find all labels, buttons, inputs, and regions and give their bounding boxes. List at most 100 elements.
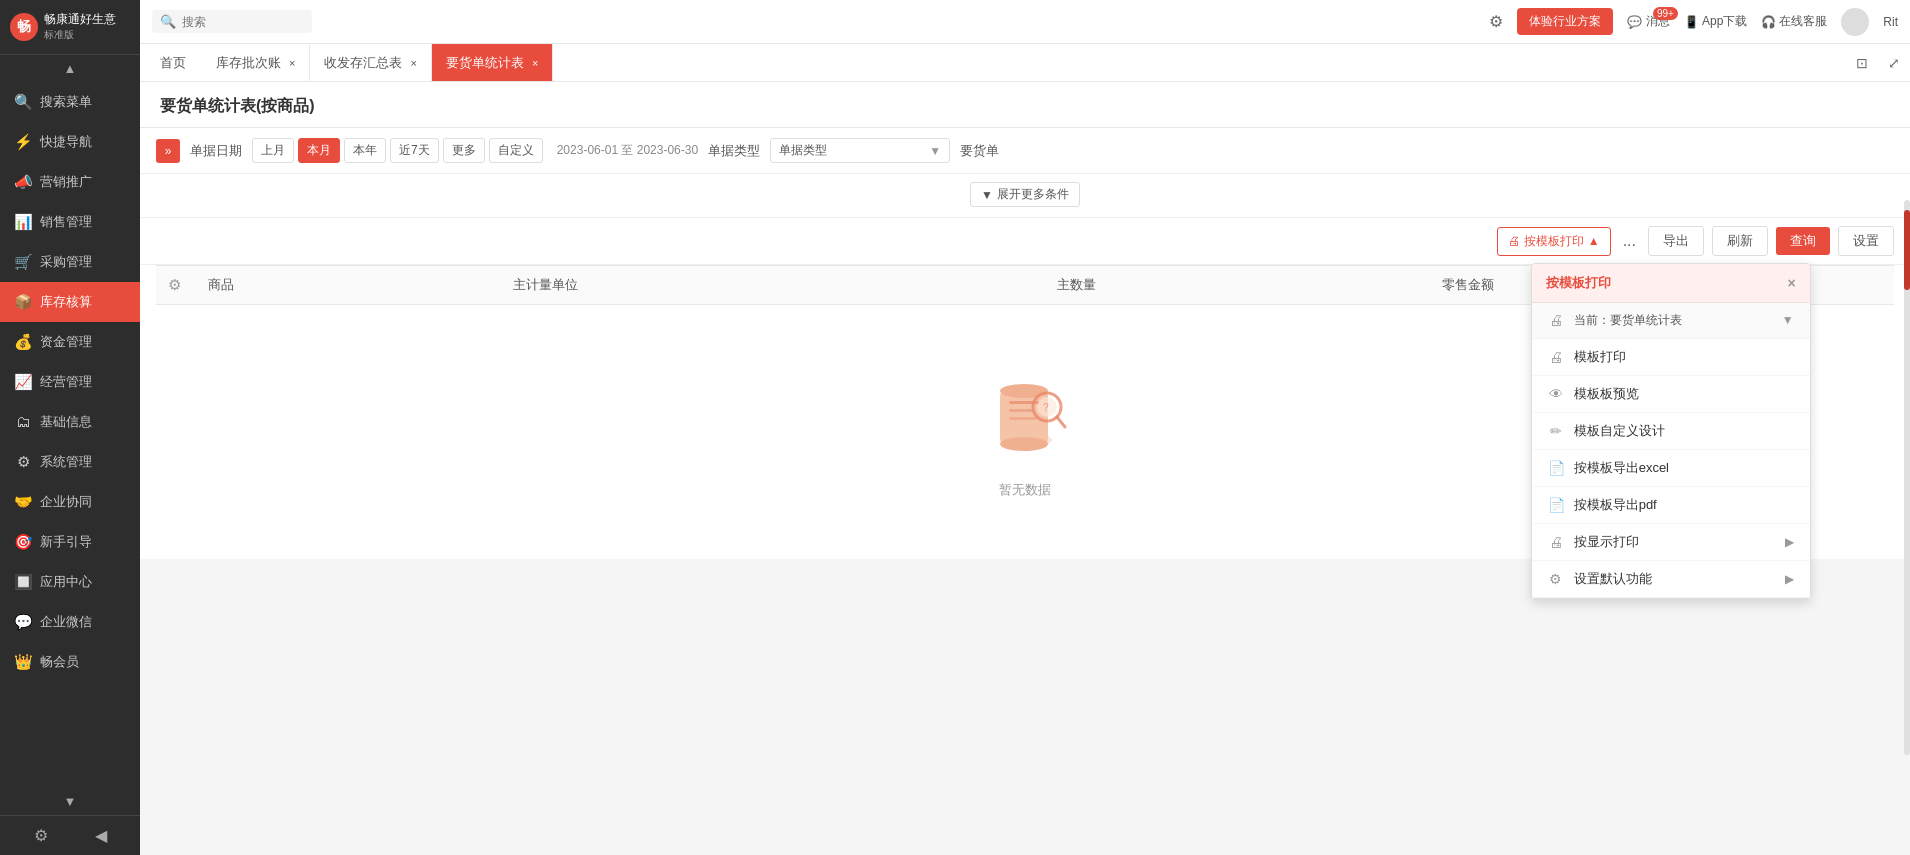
filter-expand-icon: » <box>165 144 172 158</box>
sidebar-item-wecom[interactable]: 💬 企业微信 <box>0 602 140 642</box>
filter-expand-more-btn[interactable]: ▼ 展开更多条件 <box>970 182 1080 207</box>
sidebar-item-purchase[interactable]: 🛒 采购管理 <box>0 242 140 282</box>
tabbar-right: ⊡ ⤢ <box>1846 55 1910 71</box>
print-dropdown-item-export-excel[interactable]: 📄 按模板导出excel <box>1532 450 1810 487</box>
print-dropdown-item-template-preview[interactable]: 👁 模板板预览 <box>1532 376 1810 413</box>
table-col-settings[interactable]: ⚙ <box>156 266 196 305</box>
sidebar-scroll-down[interactable]: ▼ <box>0 788 140 815</box>
template-print-icon: 🖨 <box>1548 349 1564 365</box>
sidebar-item-operations[interactable]: 📈 经营管理 <box>0 362 140 402</box>
tab-close-inventory-batch[interactable]: × <box>289 57 295 69</box>
print-dropdown-current[interactable]: 🖨 当前：要货单统计表 ▼ <box>1532 303 1810 339</box>
topbar-msg-btn[interactable]: 💬 消息 99+ <box>1627 13 1670 30</box>
sidebar-item-basic[interactable]: 🗂 基础信息 <box>0 402 140 442</box>
print-dropdown-item-export-pdf[interactable]: 📄 按模板导出pdf <box>1532 487 1810 524</box>
finance-icon: 💰 <box>14 333 32 351</box>
template-print-label: 模板打印 <box>1574 348 1626 366</box>
sidebar-logo: 畅 畅康通好生意 标准版 <box>0 0 140 55</box>
sidebar-item-system[interactable]: ⚙ 系统管理 <box>0 442 140 482</box>
filter-date-more[interactable]: 更多 <box>443 138 485 163</box>
filter-expand-toggle[interactable]: » <box>156 139 180 163</box>
tab-inventory-batch[interactable]: 库存批次账 × <box>202 44 310 81</box>
purchase-icon: 🛒 <box>14 253 32 271</box>
filter-expand-down-icon: ▼ <box>981 188 993 202</box>
topbar-service-btn[interactable]: 🎧 在线客服 <box>1761 13 1827 30</box>
filter-date-prev-month[interactable]: 上月 <box>252 138 294 163</box>
current-template-icon: 🖨 <box>1548 312 1564 328</box>
sidebar-item-member[interactable]: 👑 畅会员 <box>0 642 140 682</box>
template-preview-label: 模板板预览 <box>1574 385 1639 403</box>
action-more-btn[interactable]: ... <box>1619 232 1640 250</box>
tab-expand-btn[interactable]: ⊡ <box>1846 55 1878 71</box>
tab-close-order-stats[interactable]: × <box>532 57 538 69</box>
set-default-arrow-icon: ▶ <box>1785 572 1794 586</box>
filter-date-custom[interactable]: 自定义 <box>489 138 543 163</box>
sidebar-item-inventory[interactable]: 📦 库存核算 <box>0 282 140 322</box>
topbar-service-label: 在线客服 <box>1779 13 1827 30</box>
print-dropdown-item-template-print[interactable]: 🖨 模板打印 <box>1532 339 1810 376</box>
filter-date-label: 单据日期 <box>190 142 242 160</box>
print-dropdown-item-template-custom[interactable]: ✏ 模板自定义设计 <box>1532 413 1810 450</box>
print-dropdown-sub-display-print[interactable]: 🖨 按显示打印 ▶ <box>1532 524 1810 561</box>
scrollbar[interactable] <box>1904 200 1910 755</box>
tab-collect-summary[interactable]: 收发存汇总表 × <box>310 44 431 81</box>
filter-date-this-year[interactable]: 本年 <box>344 138 386 163</box>
sidebar-item-finance[interactable]: 💰 资金管理 <box>0 322 140 362</box>
topbar-app-btn[interactable]: 📱 App下载 <box>1684 13 1747 30</box>
topbar-username[interactable]: Rit <box>1883 15 1898 29</box>
quicknav-icon: ⚡ <box>14 133 32 151</box>
sidebar-item-sales[interactable]: 📊 销售管理 <box>0 202 140 242</box>
topbar-trial-btn[interactable]: 体验行业方案 <box>1517 8 1613 35</box>
sidebar-settings-btn[interactable]: ⚙ <box>34 826 48 845</box>
topbar-avatar[interactable] <box>1841 8 1869 36</box>
sidebar-item-appstore[interactable]: 🔲 应用中心 <box>0 562 140 602</box>
topbar-search-input[interactable] <box>182 15 304 29</box>
sidebar-item-collab[interactable]: 🤝 企业协同 <box>0 482 140 522</box>
print-dropdown-close-btn[interactable]: × <box>1787 275 1795 291</box>
template-preview-icon: 👁 <box>1548 386 1564 402</box>
sidebar-item-marketing[interactable]: 📣 营销推广 <box>0 162 140 202</box>
sidebar-item-label-finance: 资金管理 <box>40 333 92 351</box>
print-dropdown-area: 🖨 按模板打印 ▲ 按模板打印 × 🖨 当前：要货单统计表 <box>1497 227 1611 256</box>
filter-date-7days[interactable]: 近7天 <box>390 138 439 163</box>
wecom-icon: 💬 <box>14 613 32 631</box>
sidebar-item-label-marketing: 营销推广 <box>40 173 92 191</box>
tab-close-collect-summary[interactable]: × <box>410 57 416 69</box>
topbar-app-label: App下载 <box>1702 13 1747 30</box>
topbar-right: ⚙ 体验行业方案 💬 消息 99+ 📱 App下载 🎧 在线客服 Rit <box>1489 8 1898 36</box>
newbie-icon: 🎯 <box>14 533 32 551</box>
set-default-icon: ⚙ <box>1548 571 1564 587</box>
empty-state-icon: ? <box>975 365 1075 465</box>
tabbar: 首页 库存批次账 × 收发存汇总表 × 要货单统计表 × ⊡ ⤢ <box>140 44 1910 82</box>
app-logo-icon: 畅 <box>10 13 38 41</box>
scrollbar-thumb[interactable] <box>1904 210 1910 290</box>
sidebar-item-label-purchase: 采购管理 <box>40 253 92 271</box>
sidebar-item-newbie[interactable]: 🎯 新手引导 <box>0 522 140 562</box>
filter-date-this-month[interactable]: 本月 <box>298 138 340 163</box>
sidebar-scroll-up[interactable]: ▲ <box>0 55 140 82</box>
current-template-arrow-icon: ▼ <box>1782 313 1794 327</box>
export-btn[interactable]: 导出 <box>1648 226 1704 256</box>
sidebar-collapse-btn[interactable]: ◀ <box>95 826 107 845</box>
table-settings-icon[interactable]: ⚙ <box>168 276 181 293</box>
tab-home[interactable]: 首页 <box>144 44 202 81</box>
filter-type-label: 单据类型 <box>708 142 760 160</box>
topbar-search-wrap[interactable]: 🔍 <box>152 10 312 33</box>
topbar-gear-icon[interactable]: ⚙ <box>1489 12 1503 31</box>
query-btn[interactable]: 查询 <box>1776 227 1830 255</box>
settings-btn[interactable]: 设置 <box>1838 226 1894 256</box>
template-custom-icon: ✏ <box>1548 423 1564 439</box>
basic-icon: 🗂 <box>14 413 32 430</box>
tab-order-stats[interactable]: 要货单统计表 × <box>432 44 553 81</box>
sidebar-item-quicknav[interactable]: ⚡ 快捷导航 <box>0 122 140 162</box>
system-icon: ⚙ <box>14 453 32 471</box>
print-dropdown-sub-set-default[interactable]: ⚙ 设置默认功能 ▶ <box>1532 561 1810 598</box>
sidebar-item-label-wecom: 企业微信 <box>40 613 92 631</box>
tab-fullscreen-btn[interactable]: ⤢ <box>1878 55 1910 71</box>
topbar: 🔍 ⚙ 体验行业方案 💬 消息 99+ 📱 App下载 🎧 在线客服 Rit <box>140 0 1910 44</box>
export-pdf-label: 按模板导出pdf <box>1574 496 1657 514</box>
filter-type-select[interactable]: 单据类型 ▼ <box>770 138 950 163</box>
refresh-btn[interactable]: 刷新 <box>1712 226 1768 256</box>
print-template-btn[interactable]: 🖨 按模板打印 ▲ <box>1497 227 1611 256</box>
sidebar-item-search[interactable]: 🔍 搜索菜单 <box>0 82 140 122</box>
